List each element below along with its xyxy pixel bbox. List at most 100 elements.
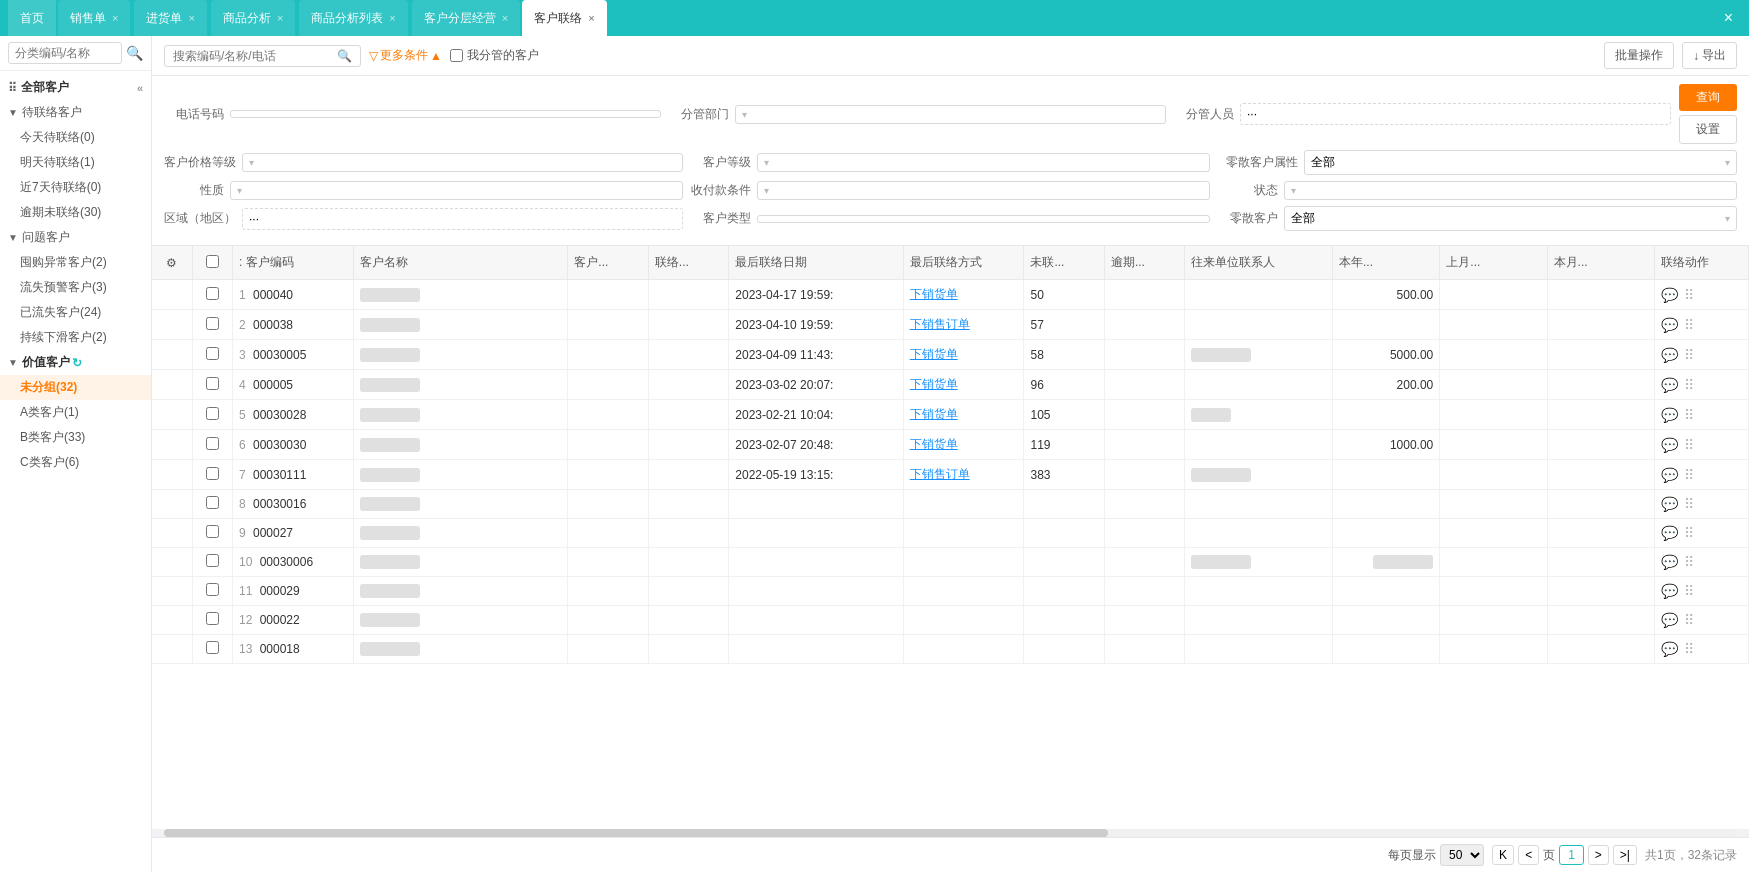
- next-page-button[interactable]: >: [1588, 845, 1609, 865]
- row-checkbox[interactable]: [206, 612, 219, 625]
- chat-icon[interactable]: 💬: [1661, 287, 1678, 303]
- cell-checkbox[interactable]: [192, 460, 232, 490]
- my-customers-checkbox[interactable]: [450, 49, 463, 62]
- sidebar-search-input[interactable]: [8, 42, 122, 64]
- sidebar-item-7days[interactable]: 近7天待联络(0): [0, 175, 151, 200]
- sidebar-search-icon[interactable]: 🔍: [126, 45, 143, 61]
- sidebar-item-today[interactable]: 今天待联络(0): [0, 125, 151, 150]
- cell-checkbox[interactable]: [192, 490, 232, 519]
- tab-customer-tier-close[interactable]: ×: [502, 12, 508, 24]
- tab-purchase-close[interactable]: ×: [188, 12, 194, 24]
- tab-goods-list-close[interactable]: ×: [389, 12, 395, 24]
- row-checkbox[interactable]: [206, 583, 219, 596]
- export-button[interactable]: ↓ 导出: [1682, 42, 1737, 69]
- apps-icon[interactable]: ⠿: [1684, 407, 1694, 423]
- tab-goods-analysis-close[interactable]: ×: [277, 12, 283, 24]
- apps-icon[interactable]: ⠿: [1684, 377, 1694, 393]
- my-customers-checkbox-wrapper[interactable]: 我分管的客户: [450, 47, 539, 64]
- apps-icon[interactable]: ⠿: [1684, 496, 1694, 512]
- chat-icon[interactable]: 💬: [1661, 467, 1678, 483]
- search-input[interactable]: [173, 49, 333, 63]
- batch-op-button[interactable]: 批量操作: [1604, 42, 1674, 69]
- close-all-button[interactable]: ×: [1716, 9, 1741, 27]
- first-page-button[interactable]: K: [1492, 845, 1514, 865]
- last-method-link[interactable]: 下销货单: [910, 347, 958, 361]
- chat-icon[interactable]: 💬: [1661, 496, 1678, 512]
- manager-input[interactable]: ···: [1240, 103, 1671, 125]
- chat-icon[interactable]: 💬: [1661, 437, 1678, 453]
- sidebar-group-value[interactable]: ▼ 价值客户 ↻: [0, 350, 151, 375]
- chat-icon[interactable]: 💬: [1661, 583, 1678, 599]
- row-checkbox[interactable]: [206, 525, 219, 538]
- col-gear[interactable]: ⚙: [152, 246, 192, 280]
- apps-icon[interactable]: ⠿: [1684, 583, 1694, 599]
- search-button[interactable]: 🔍: [337, 49, 352, 63]
- sidebar-item-churn-warning[interactable]: 流失预警客户(3): [0, 275, 151, 300]
- apps-icon[interactable]: ⠿: [1684, 641, 1694, 657]
- row-checkbox[interactable]: [206, 347, 219, 360]
- apps-icon[interactable]: ⠿: [1684, 554, 1694, 570]
- last-method-link[interactable]: 下销售订单: [910, 467, 970, 481]
- row-checkbox[interactable]: [206, 317, 219, 330]
- price-level-select[interactable]: ▾: [242, 153, 683, 172]
- chat-icon[interactable]: 💬: [1661, 407, 1678, 423]
- apps-icon[interactable]: ⠿: [1684, 525, 1694, 541]
- last-method-link[interactable]: 下销货单: [910, 407, 958, 421]
- sidebar-item-class-b[interactable]: B类客户(33): [0, 425, 151, 450]
- last-method-link[interactable]: 下销货单: [910, 437, 958, 451]
- tab-home[interactable]: 首页: [8, 0, 56, 36]
- row-checkbox[interactable]: [206, 554, 219, 567]
- sidebar-item-class-c[interactable]: C类客户(6): [0, 450, 151, 475]
- apps-icon[interactable]: ⠿: [1684, 612, 1694, 628]
- more-conditions-button[interactable]: ▽ 更多条件 ▲: [369, 47, 442, 64]
- chat-icon[interactable]: 💬: [1661, 641, 1678, 657]
- retail-attr-select[interactable]: 全部 ▾: [1304, 150, 1737, 175]
- cell-checkbox[interactable]: [192, 519, 232, 548]
- last-page-button[interactable]: >|: [1613, 845, 1637, 865]
- cell-checkbox[interactable]: [192, 370, 232, 400]
- cell-checkbox[interactable]: [192, 430, 232, 460]
- tab-goods-analysis[interactable]: 商品分析 ×: [211, 0, 295, 36]
- reset-button[interactable]: 设置: [1679, 115, 1737, 144]
- sidebar-item-declining[interactable]: 持续下滑客户(2): [0, 325, 151, 350]
- sidebar-item-abnormal[interactable]: 囤购异常客户(2): [0, 250, 151, 275]
- last-method-link[interactable]: 下销售订单: [910, 317, 970, 331]
- last-method-link[interactable]: 下销货单: [910, 377, 958, 391]
- chat-icon[interactable]: 💬: [1661, 612, 1678, 628]
- apps-icon[interactable]: ⠿: [1684, 467, 1694, 483]
- scrollbar-thumb[interactable]: [164, 829, 1108, 837]
- tab-customer-tier[interactable]: 客户分层经营 ×: [412, 0, 520, 36]
- col-checkbox[interactable]: [192, 246, 232, 280]
- phone-input[interactable]: [230, 110, 661, 118]
- tab-customer-contact[interactable]: 客户联络 ×: [522, 0, 606, 36]
- sidebar-item-class-a[interactable]: A类客户(1): [0, 400, 151, 425]
- region-input[interactable]: ···: [242, 208, 683, 230]
- row-checkbox[interactable]: [206, 496, 219, 509]
- sidebar-group-problem[interactable]: ▼ 问题客户: [0, 225, 151, 250]
- cell-checkbox[interactable]: [192, 340, 232, 370]
- sidebar-item-churned[interactable]: 已流失客户(24): [0, 300, 151, 325]
- chat-icon[interactable]: 💬: [1661, 554, 1678, 570]
- row-checkbox[interactable]: [206, 407, 219, 420]
- refresh-icon[interactable]: ↻: [72, 356, 82, 370]
- tab-sales-close[interactable]: ×: [112, 12, 118, 24]
- chat-icon[interactable]: 💬: [1661, 347, 1678, 363]
- row-checkbox[interactable]: [206, 377, 219, 390]
- all-customers-header[interactable]: ⠿ 全部客户 «: [0, 71, 151, 100]
- cell-checkbox[interactable]: [192, 635, 232, 664]
- tab-customer-contact-close[interactable]: ×: [588, 12, 594, 24]
- sidebar-item-overdue[interactable]: 逾期未联络(30): [0, 200, 151, 225]
- apps-icon[interactable]: ⠿: [1684, 317, 1694, 333]
- cell-checkbox[interactable]: [192, 606, 232, 635]
- cell-checkbox[interactable]: [192, 280, 232, 310]
- sidebar-group-waiting[interactable]: ▼ 待联络客户: [0, 100, 151, 125]
- tab-goods-list[interactable]: 商品分析列表 ×: [299, 0, 407, 36]
- chat-icon[interactable]: 💬: [1661, 317, 1678, 333]
- apps-icon[interactable]: ⠿: [1684, 437, 1694, 453]
- status-select[interactable]: ▾: [1284, 181, 1737, 200]
- apps-icon[interactable]: ⠿: [1684, 287, 1694, 303]
- row-checkbox[interactable]: [206, 467, 219, 480]
- dept-select[interactable]: ▾: [735, 105, 1166, 124]
- select-all-checkbox[interactable]: [206, 255, 219, 268]
- chat-icon[interactable]: 💬: [1661, 377, 1678, 393]
